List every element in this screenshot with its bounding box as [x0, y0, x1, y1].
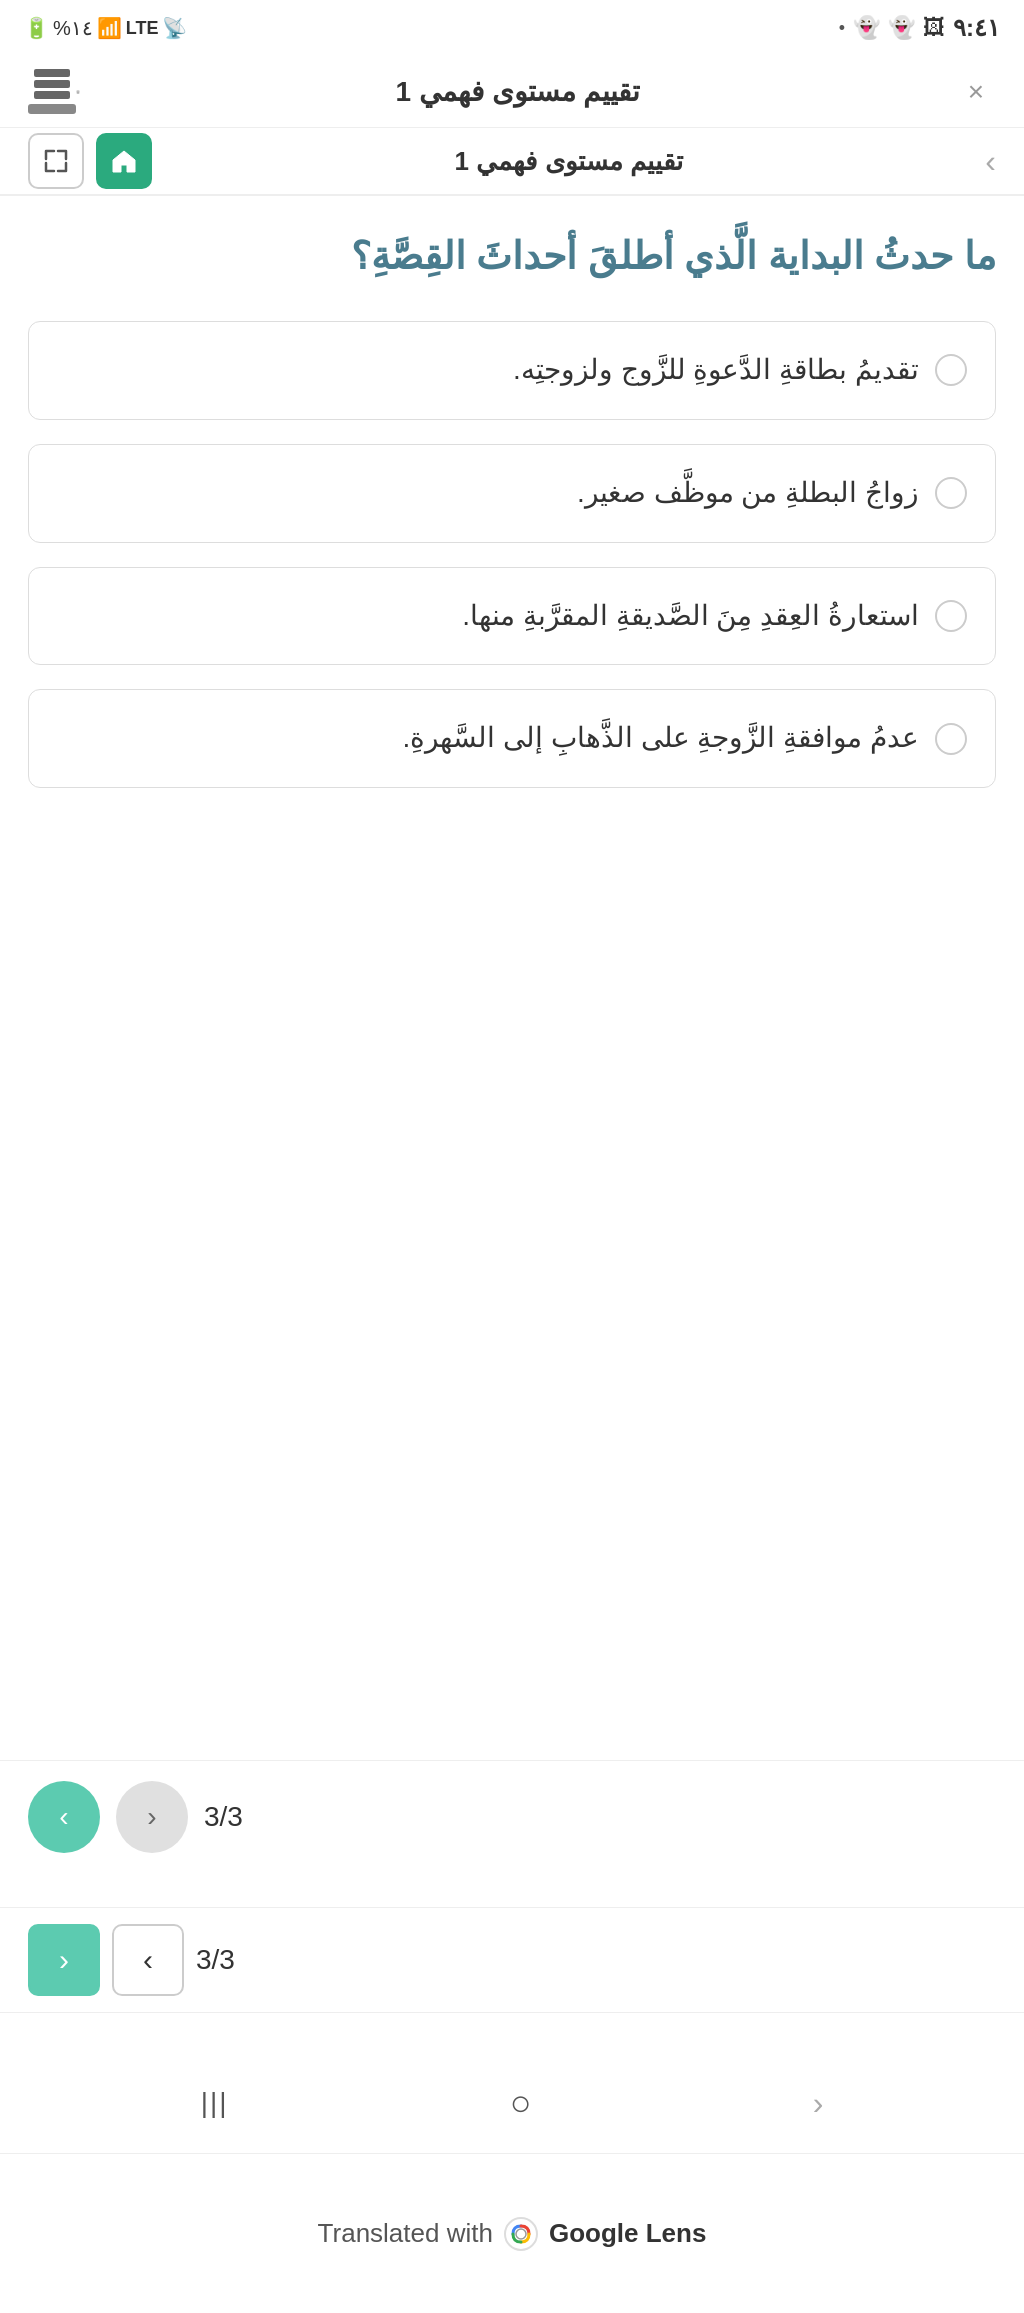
status-left: 🔋 %١٤ 📶 LTE 📡 [24, 16, 187, 40]
dot-icon: • [839, 18, 845, 39]
bottom-pagination-1: ‹ › 3/3 [0, 1760, 1024, 1873]
top-nav: تقييم مستوى فهمي 1 × [0, 56, 1024, 128]
nav-icons-left [28, 133, 152, 189]
top-nav-title: تقييم مستوى فهمي 1 [396, 75, 641, 108]
secondary-nav: تقييم مستوى فهمي 1 ‹ [0, 128, 1024, 196]
battery-icon: 🔋 [24, 16, 49, 40]
expand-button[interactable] [28, 133, 84, 189]
next-page-button[interactable]: › [116, 1781, 188, 1853]
prev-page-button[interactable]: ‹ [28, 1781, 100, 1853]
radio-d[interactable] [935, 723, 967, 755]
answer-option-a[interactable]: تقديمُ بطاقةِ الدَّعوةِ للزَّوج ولزوجتِه… [28, 321, 996, 420]
question-text: ما حدثُ البداية الَّذي أطلقَ أحداثَ القِ… [28, 228, 996, 285]
answer-text-a: تقديمُ بطاقةِ الدَّعوةِ للزَّوج ولزوجتِه… [57, 348, 919, 393]
answer-text-d: عدمُ موافقةِ الزَّوجةِ على الذَّهابِ إلى… [57, 716, 919, 761]
snapchat-icon2: 👻 [888, 15, 915, 41]
android-home-button[interactable]: ○ [510, 2082, 532, 2124]
google-lens-icon [503, 2216, 539, 2252]
gallery-icon: 🖼 [923, 15, 945, 41]
android-back-button[interactable]: › [813, 2085, 824, 2122]
status-right: • 👻 👻 🖼 ٩:٤١ [839, 14, 1000, 42]
svg-rect-3 [77, 92, 80, 93]
bottom-pagination-2: › ‹ 3/3 [0, 1907, 1024, 2013]
answer-option-b[interactable]: زواجُ البطلةِ من موظَّف صغير. [28, 444, 996, 543]
answer-option-d[interactable]: عدمُ موافقةِ الزَّوجةِ على الذَّهابِ إلى… [28, 689, 996, 788]
secondary-nav-title: تقييم مستوى فهمي 1 [455, 146, 683, 177]
main-content: ما حدثُ البداية الَّذي أطلقَ أحداثَ القِ… [0, 196, 1024, 832]
lte-label: LTE [126, 18, 159, 39]
svg-point-4 [505, 2218, 537, 2250]
answer-text-b: زواجُ البطلةِ من موظَّف صغير. [57, 471, 919, 516]
page-count-1: 3/3 [204, 1801, 243, 1833]
translated-footer: Translated with Google Lens [0, 2153, 1024, 2313]
android-nav: ||| ○ › [0, 2053, 1024, 2153]
answer-option-c[interactable]: استعارةُ العِقدِ مِنَ الصَّديقةِ المقرَّ… [28, 567, 996, 666]
android-menu-button[interactable]: ||| [201, 2087, 229, 2119]
close-button[interactable]: × [956, 72, 996, 112]
nav-stack-icon[interactable] [28, 66, 80, 118]
snapchat-icon1: 👻 [853, 15, 880, 41]
svg-rect-0 [77, 90, 80, 91]
wifi-icon: 📡 [162, 16, 187, 40]
printer-icon [76, 70, 80, 114]
svg-point-5 [516, 2229, 526, 2239]
translated-with-text: Translated with [318, 2218, 493, 2249]
radio-a[interactable] [935, 354, 967, 386]
next-page-button-2[interactable]: › [28, 1924, 100, 1996]
radio-b[interactable] [935, 477, 967, 509]
google-lens-label: Google Lens [549, 2218, 706, 2249]
google-lens-logo [503, 2216, 539, 2252]
status-bar: 🔋 %١٤ 📶 LTE 📡 • 👻 👻 🖼 ٩:٤١ [0, 0, 1024, 56]
battery-percent: %١٤ [53, 16, 93, 40]
answer-text-c: استعارةُ العِقدِ مِنَ الصَّديقةِ المقرَّ… [57, 594, 919, 639]
page-count-2: 3/3 [196, 1944, 235, 1976]
status-time: ٩:٤١ [953, 14, 1000, 42]
radio-c[interactable] [935, 600, 967, 632]
signal-icon: 📶 [97, 16, 122, 40]
prev-page-button-2[interactable]: ‹ [112, 1924, 184, 1996]
home-button[interactable] [96, 133, 152, 189]
back-button[interactable]: ‹ [985, 143, 996, 180]
